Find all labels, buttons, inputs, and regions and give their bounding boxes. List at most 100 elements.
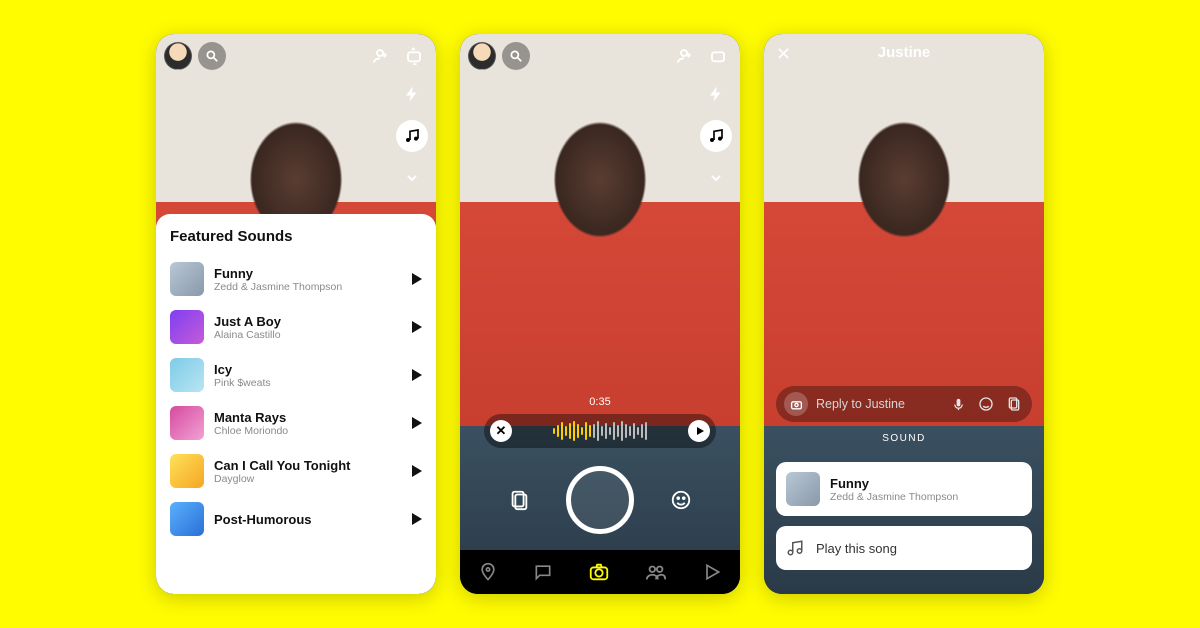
profile-avatar[interactable] [164,42,192,70]
attached-sound-card[interactable]: Funny Zedd & Jasmine Thompson [776,462,1032,516]
profile-avatar[interactable] [468,42,496,70]
sounds-button[interactable] [700,120,732,152]
sound-thumbnail [170,406,204,440]
add-friend-icon [371,47,389,65]
flash-icon [403,85,421,103]
voice-note-button[interactable] [948,397,968,412]
play-icon[interactable] [412,513,422,525]
lenses-button[interactable] [670,489,692,511]
top-bar [468,42,732,70]
play-icon[interactable] [412,273,422,285]
sound-thumbnail [170,358,204,392]
add-friend-button[interactable] [366,42,394,70]
sticker-button[interactable] [976,396,996,412]
play-icon[interactable] [412,321,422,333]
sound-thumbnail [786,472,820,506]
flip-camera-button[interactable] [400,42,428,70]
sound-title: Funny [214,266,402,281]
preview-sound-button[interactable] [688,420,710,442]
cards-icon [1006,396,1022,412]
sound-title: Just A Boy [214,314,402,329]
memories-button[interactable] [508,489,530,511]
sound-section-label: SOUND [764,433,1044,444]
flash-icon [707,85,725,103]
smiley-icon [670,489,692,511]
sound-timecode: 0:35 [460,396,740,408]
sound-thumbnail [170,502,204,536]
play-icon[interactable] [412,369,422,381]
nav-camera[interactable] [588,561,610,583]
chevron-down-icon [404,170,420,186]
mic-icon [951,397,966,412]
nav-chat[interactable] [533,562,553,582]
more-tools-button[interactable] [700,162,732,194]
nav-discover[interactable] [702,562,722,582]
music-icon [404,128,420,144]
search-icon [509,49,523,63]
featured-sounds-sheet: Featured Sounds Funny Zedd & Jasmine Tho… [156,214,436,594]
flash-button[interactable] [396,78,428,110]
play-song-card[interactable]: Play this song [776,526,1032,570]
sound-artist: Dayglow [214,473,402,485]
sound-artist: Alaina Castillo [214,329,402,341]
chevron-down-icon [708,170,724,186]
sound-thumbnail [170,310,204,344]
play-icon[interactable] [412,465,422,477]
play-song-label: Play this song [816,541,897,556]
top-bar [164,42,428,70]
sound-thumbnail [170,262,204,296]
sound-artist: Chloe Moriondo [214,425,402,437]
sound-artist: Zedd & Jasmine Thompson [830,491,1022,503]
play-icon[interactable] [412,417,422,429]
shutter-button[interactable] [566,466,634,534]
camera-icon [790,398,803,411]
reply-camera-button[interactable] [784,392,808,416]
screen-sounds-sheet: Featured Sounds Funny Zedd & Jasmine Tho… [156,34,436,594]
flash-button[interactable] [700,78,732,110]
sound-thumbnail [170,454,204,488]
sound-row[interactable]: Can I Call You Tonight Dayglow [170,447,422,495]
smiley-icon [978,396,994,412]
sound-artist: Zedd & Jasmine Thompson [214,281,402,293]
capture-controls [460,466,740,534]
nav-map[interactable] [478,562,498,582]
search-button[interactable] [502,42,530,70]
friends-icon [645,561,667,583]
search-button[interactable] [198,42,226,70]
sound-title: Manta Rays [214,410,402,425]
screen-camera-recording: 0:35 ✕ [460,34,740,594]
reply-bar: Reply to Justine [776,386,1032,422]
add-friend-icon [675,47,693,65]
camera-icon [588,561,610,583]
sounds-button[interactable] [396,120,428,152]
sender-name: Justine [764,44,1044,61]
sound-row[interactable]: Post-Humorous [170,495,422,543]
gallery-button[interactable] [1004,396,1024,412]
reply-input[interactable]: Reply to Justine [816,397,940,411]
remove-sound-button[interactable]: ✕ [490,420,512,442]
camera-side-tools [396,78,428,194]
more-tools-button[interactable] [396,162,428,194]
camera-side-tools [700,78,732,194]
sound-row[interactable]: Manta Rays Chloe Moriondo [170,399,422,447]
sound-row[interactable]: Icy Pink $weats [170,351,422,399]
sound-row[interactable]: Just A Boy Alaina Castillo [170,303,422,351]
music-icon [708,128,724,144]
flip-camera-button[interactable] [704,42,732,70]
nav-friends[interactable] [645,561,667,583]
sheet-heading: Featured Sounds [170,228,422,245]
flip-camera-icon [405,47,423,65]
bottom-nav [460,550,740,594]
sound-row[interactable]: Funny Zedd & Jasmine Thompson [170,255,422,303]
sound-title: Icy [214,362,402,377]
sound-artist: Pink $weats [214,377,402,389]
sound-title: Post-Humorous [214,512,402,527]
flip-camera-icon [709,47,727,65]
waveform [518,420,682,442]
pin-icon [478,562,498,582]
music-icon [786,539,804,557]
sound-title: Can I Call You Tonight [214,458,402,473]
chat-icon [533,562,553,582]
sound-scrubber[interactable]: ✕ [484,414,716,448]
add-friend-button[interactable] [670,42,698,70]
